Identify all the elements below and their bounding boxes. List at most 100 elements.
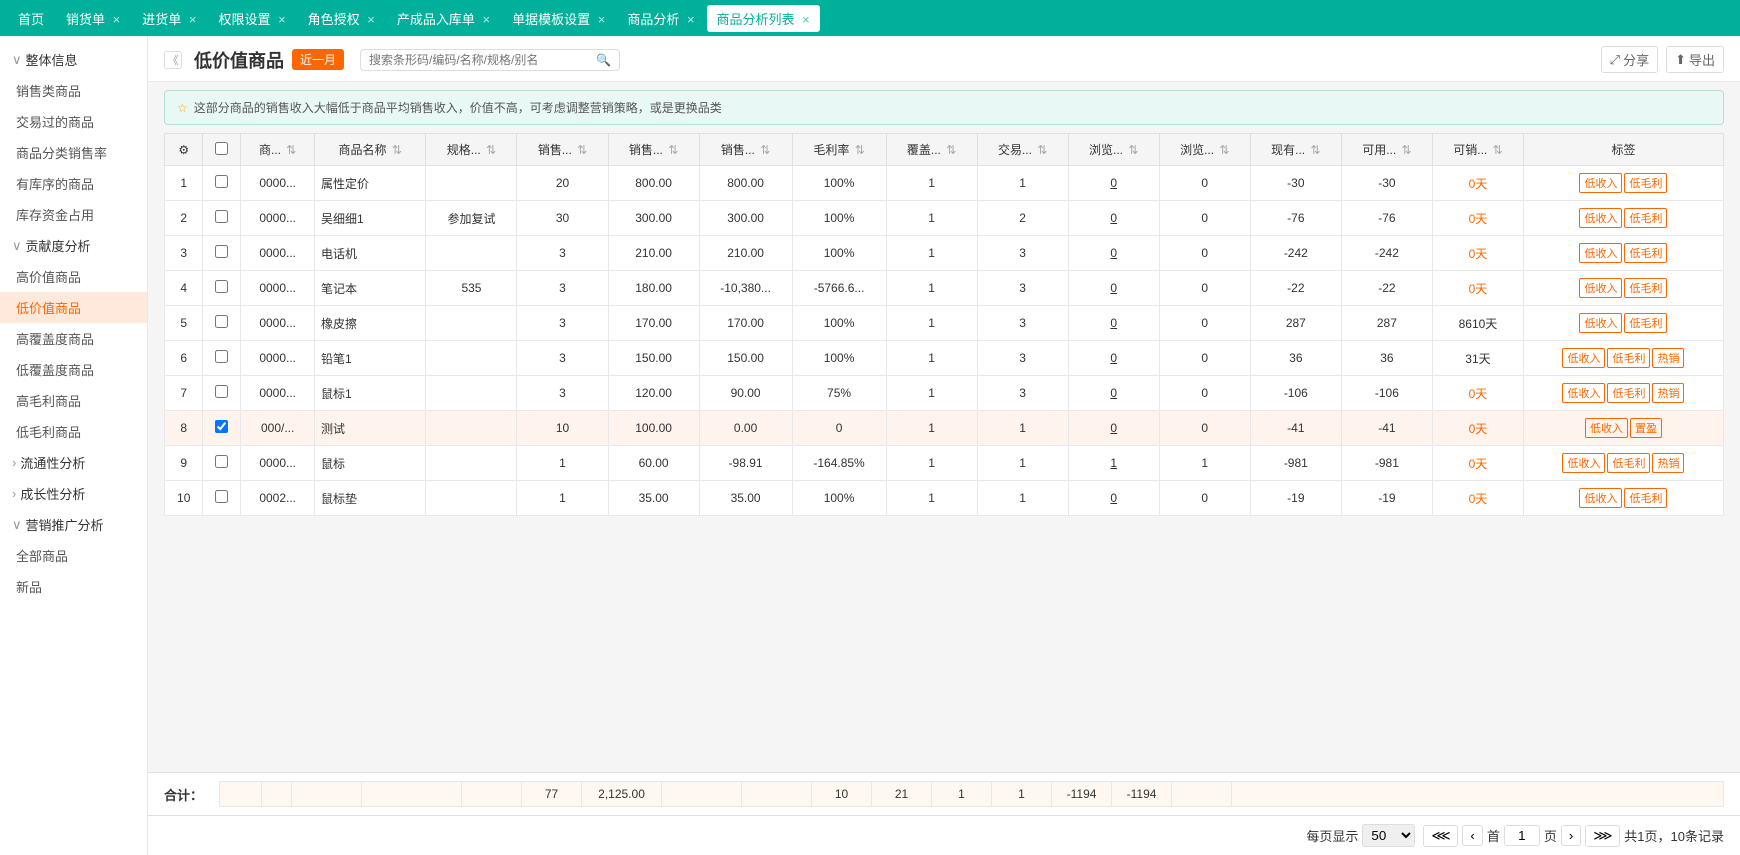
col-stock-cur[interactable]: 现有... ⇅ bbox=[1250, 134, 1341, 166]
sidebar-item-low-value[interactable]: 低价值商品 bbox=[0, 292, 147, 323]
nav-home[interactable]: 首页 bbox=[8, 5, 54, 32]
row-checkbox[interactable] bbox=[215, 455, 228, 468]
cell-checkbox[interactable] bbox=[203, 201, 241, 236]
browse1-link[interactable]: 0 bbox=[1110, 351, 1117, 365]
sidebar-group-marketing[interactable]: ∨营销推广分析 bbox=[0, 509, 147, 540]
row-checkbox[interactable] bbox=[215, 210, 228, 223]
col-trade[interactable]: 交易... ⇅ bbox=[977, 134, 1068, 166]
row-checkbox[interactable] bbox=[215, 175, 228, 188]
col-sales-avg[interactable]: 销售... ⇅ bbox=[699, 134, 792, 166]
browse1-link[interactable]: 0 bbox=[1110, 211, 1117, 225]
col-checkbox[interactable] bbox=[203, 134, 241, 166]
nav-product-storage[interactable]: 产成品入库单 × bbox=[387, 5, 500, 32]
sidebar-group-overview[interactable]: ∨整体信息 bbox=[0, 44, 147, 75]
nav-role[interactable]: 角色授权 × bbox=[298, 5, 385, 32]
cell-checkbox[interactable] bbox=[203, 306, 241, 341]
row-checkbox[interactable] bbox=[215, 280, 228, 293]
cell-browse1[interactable]: 0 bbox=[1068, 236, 1159, 271]
browse1-link[interactable]: 0 bbox=[1110, 386, 1117, 400]
sidebar-item-high-profit[interactable]: 高毛利商品 bbox=[0, 385, 147, 416]
sidebar-item-all-goods[interactable]: 全部商品 bbox=[0, 540, 147, 571]
sidebar-item-stock-capital[interactable]: 库存资金占用 bbox=[0, 199, 147, 230]
browse1-link[interactable]: 1 bbox=[1110, 456, 1117, 470]
nav-analysis[interactable]: 商品分析 × bbox=[617, 5, 704, 32]
sidebar-item-low-profit[interactable]: 低毛利商品 bbox=[0, 416, 147, 447]
cell-checkbox[interactable] bbox=[203, 341, 241, 376]
cell-browse1[interactable]: 0 bbox=[1068, 376, 1159, 411]
nav-template[interactable]: 单据模板设置 × bbox=[502, 5, 615, 32]
row-checkbox[interactable] bbox=[215, 385, 228, 398]
browse1-link[interactable]: 0 bbox=[1110, 246, 1117, 260]
sidebar-group-contribution[interactable]: ∨贡献度分析 bbox=[0, 230, 147, 261]
cell-checkbox[interactable] bbox=[203, 446, 241, 481]
export-button[interactable]: ⬆ 导出 bbox=[1666, 46, 1724, 73]
prev-page-button[interactable]: ‹ bbox=[1462, 825, 1482, 846]
browse1-link[interactable]: 0 bbox=[1110, 421, 1117, 435]
cell-checkbox[interactable] bbox=[203, 376, 241, 411]
col-settings[interactable]: ⚙ bbox=[165, 134, 203, 166]
row-checkbox[interactable] bbox=[215, 350, 228, 363]
cell-browse1[interactable]: 0 bbox=[1068, 201, 1159, 236]
col-name[interactable]: 商品名称 ⇅ bbox=[314, 134, 425, 166]
sidebar-item-traded-goods[interactable]: 交易过的商品 bbox=[0, 106, 147, 137]
col-browse2[interactable]: 浏览... ⇅ bbox=[1159, 134, 1250, 166]
close-icon[interactable]: × bbox=[278, 12, 286, 27]
cell-checkbox[interactable] bbox=[203, 481, 241, 516]
sidebar-item-sales-goods[interactable]: 销售类商品 bbox=[0, 75, 147, 106]
close-icon[interactable]: × bbox=[598, 12, 606, 27]
col-browse1[interactable]: 浏览... ⇅ bbox=[1068, 134, 1159, 166]
sidebar-item-stock-goods[interactable]: 有库序的商品 bbox=[0, 168, 147, 199]
cell-browse1[interactable]: 0 bbox=[1068, 306, 1159, 341]
browse1-link[interactable]: 0 bbox=[1110, 491, 1117, 505]
cell-browse1[interactable]: 1 bbox=[1068, 446, 1159, 481]
last-page-button[interactable]: ⋙ bbox=[1585, 825, 1620, 847]
cell-checkbox[interactable] bbox=[203, 236, 241, 271]
sidebar-item-high-value[interactable]: 高价值商品 bbox=[0, 261, 147, 292]
period-tag-button[interactable]: 近一月 bbox=[292, 49, 344, 70]
col-code[interactable]: 商... ⇅ bbox=[241, 134, 315, 166]
sidebar-item-low-coverage[interactable]: 低覆盖度商品 bbox=[0, 354, 147, 385]
search-input[interactable] bbox=[369, 53, 592, 67]
close-icon[interactable]: × bbox=[189, 12, 197, 27]
select-all-checkbox[interactable] bbox=[215, 142, 228, 155]
cell-checkbox[interactable] bbox=[203, 166, 241, 201]
cell-checkbox[interactable] bbox=[203, 411, 241, 446]
col-sales-qty[interactable]: 销售... ⇅ bbox=[517, 134, 608, 166]
col-stock-sell[interactable]: 可销... ⇅ bbox=[1432, 134, 1523, 166]
sidebar-item-category-rate[interactable]: 商品分类销售率 bbox=[0, 137, 147, 168]
cell-browse1[interactable]: 0 bbox=[1068, 271, 1159, 306]
per-page-select[interactable]: 50 20 100 bbox=[1362, 824, 1415, 847]
col-stock-avail[interactable]: 可用... ⇅ bbox=[1341, 134, 1432, 166]
cell-browse1[interactable]: 0 bbox=[1068, 341, 1159, 376]
share-button[interactable]: ⤢ 分享 bbox=[1601, 46, 1658, 73]
close-icon[interactable]: × bbox=[113, 12, 121, 27]
row-checkbox[interactable] bbox=[215, 420, 228, 433]
sidebar-group-flow[interactable]: ›流通性分析 bbox=[0, 447, 147, 478]
col-spec[interactable]: 规格... ⇅ bbox=[426, 134, 517, 166]
col-sales-amt[interactable]: 销售... ⇅ bbox=[608, 134, 699, 166]
cell-browse1[interactable]: 0 bbox=[1068, 481, 1159, 516]
sidebar-group-growth[interactable]: ›成长性分析 bbox=[0, 478, 147, 509]
browse1-link[interactable]: 0 bbox=[1110, 316, 1117, 330]
search-icon[interactable]: 🔍 bbox=[596, 53, 611, 67]
row-checkbox[interactable] bbox=[215, 315, 228, 328]
close-icon[interactable]: × bbox=[802, 12, 810, 27]
row-checkbox[interactable] bbox=[215, 245, 228, 258]
sidebar-item-high-coverage[interactable]: 高覆盖度商品 bbox=[0, 323, 147, 354]
col-cover[interactable]: 覆盖... ⇅ bbox=[886, 134, 977, 166]
browse1-link[interactable]: 0 bbox=[1110, 176, 1117, 190]
row-checkbox[interactable] bbox=[215, 490, 228, 503]
first-page-button[interactable]: ⋘ bbox=[1423, 825, 1458, 847]
cell-browse1[interactable]: 0 bbox=[1068, 411, 1159, 446]
cell-browse1[interactable]: 0 bbox=[1068, 166, 1159, 201]
sidebar-item-new-goods[interactable]: 新品 bbox=[0, 571, 147, 602]
close-icon[interactable]: × bbox=[483, 12, 491, 27]
col-gross-rate[interactable]: 毛利率 ⇅ bbox=[792, 134, 886, 166]
cell-checkbox[interactable] bbox=[203, 271, 241, 306]
nav-permission[interactable]: 权限设置 × bbox=[208, 5, 295, 32]
nav-analysis-list[interactable]: 商品分析列表 × bbox=[707, 5, 820, 32]
collapse-sidebar-button[interactable]: 《 bbox=[164, 51, 182, 69]
page-number-input[interactable] bbox=[1504, 825, 1540, 846]
nav-sales[interactable]: 销货单 × bbox=[56, 5, 130, 32]
close-icon[interactable]: × bbox=[367, 12, 375, 27]
